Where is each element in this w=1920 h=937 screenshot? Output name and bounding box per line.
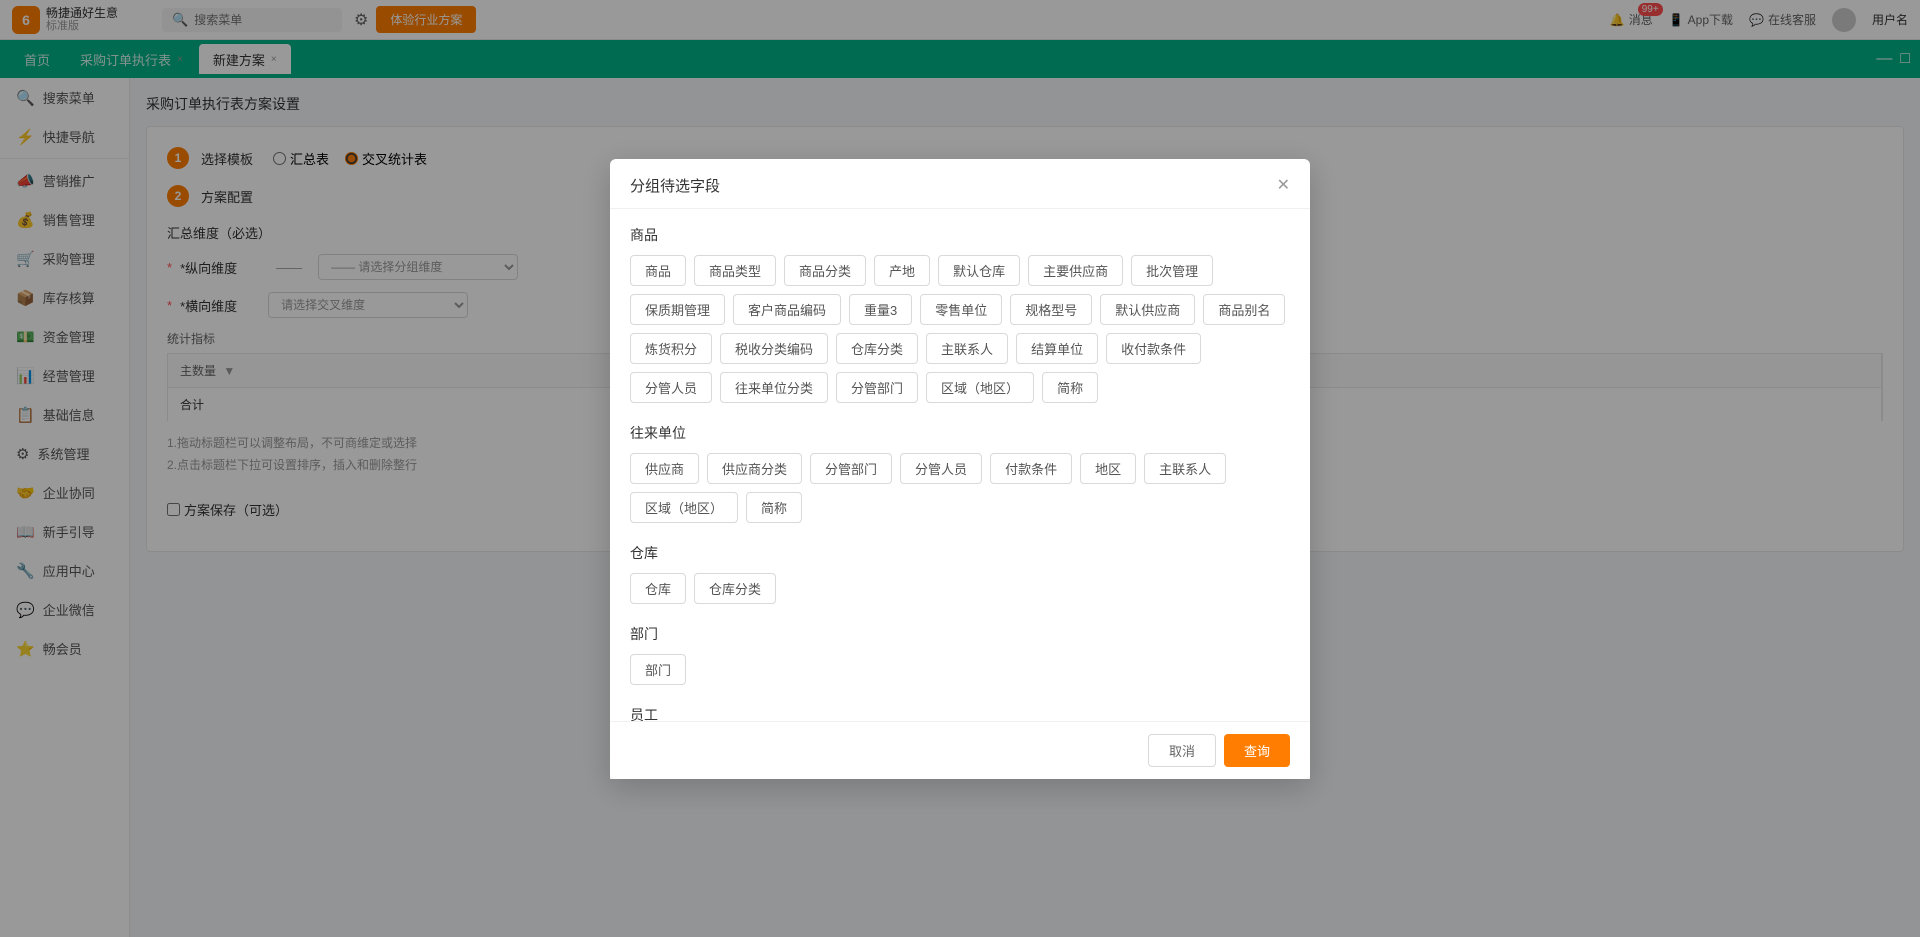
field-tag-settlement-unit[interactable]: 结算单位 xyxy=(1016,333,1098,364)
field-tag-partner-region[interactable]: 区域（地区） xyxy=(630,492,738,523)
field-tag-supplier-category[interactable]: 供应商分类 xyxy=(707,453,802,484)
field-group-dept: 部门 部门 xyxy=(630,624,1290,685)
field-tag-wh[interactable]: 仓库 xyxy=(630,573,686,604)
field-tag-default-supplier[interactable]: 默认供应商 xyxy=(1100,294,1195,325)
field-tag-main-contact[interactable]: 主联系人 xyxy=(926,333,1008,364)
modal-close-button[interactable]: ✕ xyxy=(1277,175,1290,195)
field-tag-main-supplier[interactable]: 主要供应商 xyxy=(1028,255,1123,286)
field-tag-weight3[interactable]: 重量3 xyxy=(849,294,912,325)
warehouse-field-tags: 仓库 仓库分类 xyxy=(630,573,1290,604)
field-tag-payment-cond[interactable]: 付款条件 xyxy=(990,453,1072,484)
field-tag-partner-abbr[interactable]: 简称 xyxy=(746,492,802,523)
field-tag-customer-code[interactable]: 客户商品编码 xyxy=(733,294,841,325)
field-tag-default-warehouse[interactable]: 默认仓库 xyxy=(938,255,1020,286)
field-tag-batch-manage[interactable]: 批次管理 xyxy=(1131,255,1213,286)
field-tag-unit-category[interactable]: 往来单位分类 xyxy=(720,372,828,403)
field-tag-partner-dept[interactable]: 分管部门 xyxy=(810,453,892,484)
field-group-dept-title: 部门 xyxy=(630,624,1290,644)
field-group-partner: 往来单位 供应商 供应商分类 分管部门 分管人员 付款条件 地区 主联系人 区域… xyxy=(630,423,1290,523)
modal-title: 分组待选字段 xyxy=(630,175,720,196)
field-tag-area[interactable]: 地区 xyxy=(1080,453,1136,484)
product-field-tags: 商品 商品类型 商品分类 产地 默认仓库 主要供应商 批次管理 保质期管理 客户… xyxy=(630,255,1290,403)
field-tag-product-type[interactable]: 商品类型 xyxy=(694,255,776,286)
field-tag-product-alias[interactable]: 商品别名 xyxy=(1203,294,1285,325)
field-tag-retail-unit[interactable]: 零售单位 xyxy=(920,294,1002,325)
cancel-button[interactable]: 取消 xyxy=(1148,734,1216,767)
field-tag-supervisor[interactable]: 分管人员 xyxy=(630,372,712,403)
modal-footer: 取消 查询 xyxy=(610,721,1310,779)
field-tag-supplier[interactable]: 供应商 xyxy=(630,453,699,484)
field-tag-tax-code[interactable]: 税收分类编码 xyxy=(720,333,828,364)
field-tag-dept[interactable]: 分管部门 xyxy=(836,372,918,403)
partner-field-tags: 供应商 供应商分类 分管部门 分管人员 付款条件 地区 主联系人 区域（地区） … xyxy=(630,453,1290,523)
field-group-product: 商品 商品 商品类型 商品分类 产地 默认仓库 主要供应商 批次管理 保质期管理… xyxy=(630,225,1290,403)
field-tag-partner-main-contact[interactable]: 主联系人 xyxy=(1144,453,1226,484)
dept-field-tags: 部门 xyxy=(630,654,1290,685)
field-select-modal: 分组待选字段 ✕ 商品 商品 商品类型 商品分类 产地 默认仓库 主要供应商 批… xyxy=(610,159,1310,779)
field-tag-payment-terms[interactable]: 收付款条件 xyxy=(1106,333,1201,364)
field-tag-dept-name[interactable]: 部门 xyxy=(630,654,686,685)
modal-body: 商品 商品 商品类型 商品分类 产地 默认仓库 主要供应商 批次管理 保质期管理… xyxy=(610,209,1310,769)
field-tag-region[interactable]: 区域（地区） xyxy=(926,372,1034,403)
field-tag-product[interactable]: 商品 xyxy=(630,255,686,286)
field-tag-product-category[interactable]: 商品分类 xyxy=(784,255,866,286)
field-tag-spec-model[interactable]: 规格型号 xyxy=(1010,294,1092,325)
field-tag-quality-manage[interactable]: 保质期管理 xyxy=(630,294,725,325)
field-group-partner-title: 往来单位 xyxy=(630,423,1290,443)
field-tag-origin[interactable]: 产地 xyxy=(874,255,930,286)
field-tag-partner-supervisor[interactable]: 分管人员 xyxy=(900,453,982,484)
field-tag-smelt-points[interactable]: 炼货积分 xyxy=(630,333,712,364)
field-tag-wh-category[interactable]: 仓库分类 xyxy=(694,573,776,604)
field-tag-abbr[interactable]: 简称 xyxy=(1042,372,1098,403)
modal-overlay: 分组待选字段 ✕ 商品 商品 商品类型 商品分类 产地 默认仓库 主要供应商 批… xyxy=(0,0,1920,937)
field-group-warehouse: 仓库 仓库 仓库分类 xyxy=(630,543,1290,604)
modal-header: 分组待选字段 ✕ xyxy=(610,159,1310,209)
confirm-button[interactable]: 查询 xyxy=(1224,734,1290,767)
field-group-warehouse-title: 仓库 xyxy=(630,543,1290,563)
field-group-product-title: 商品 xyxy=(630,225,1290,245)
field-tag-warehouse-category[interactable]: 仓库分类 xyxy=(836,333,918,364)
